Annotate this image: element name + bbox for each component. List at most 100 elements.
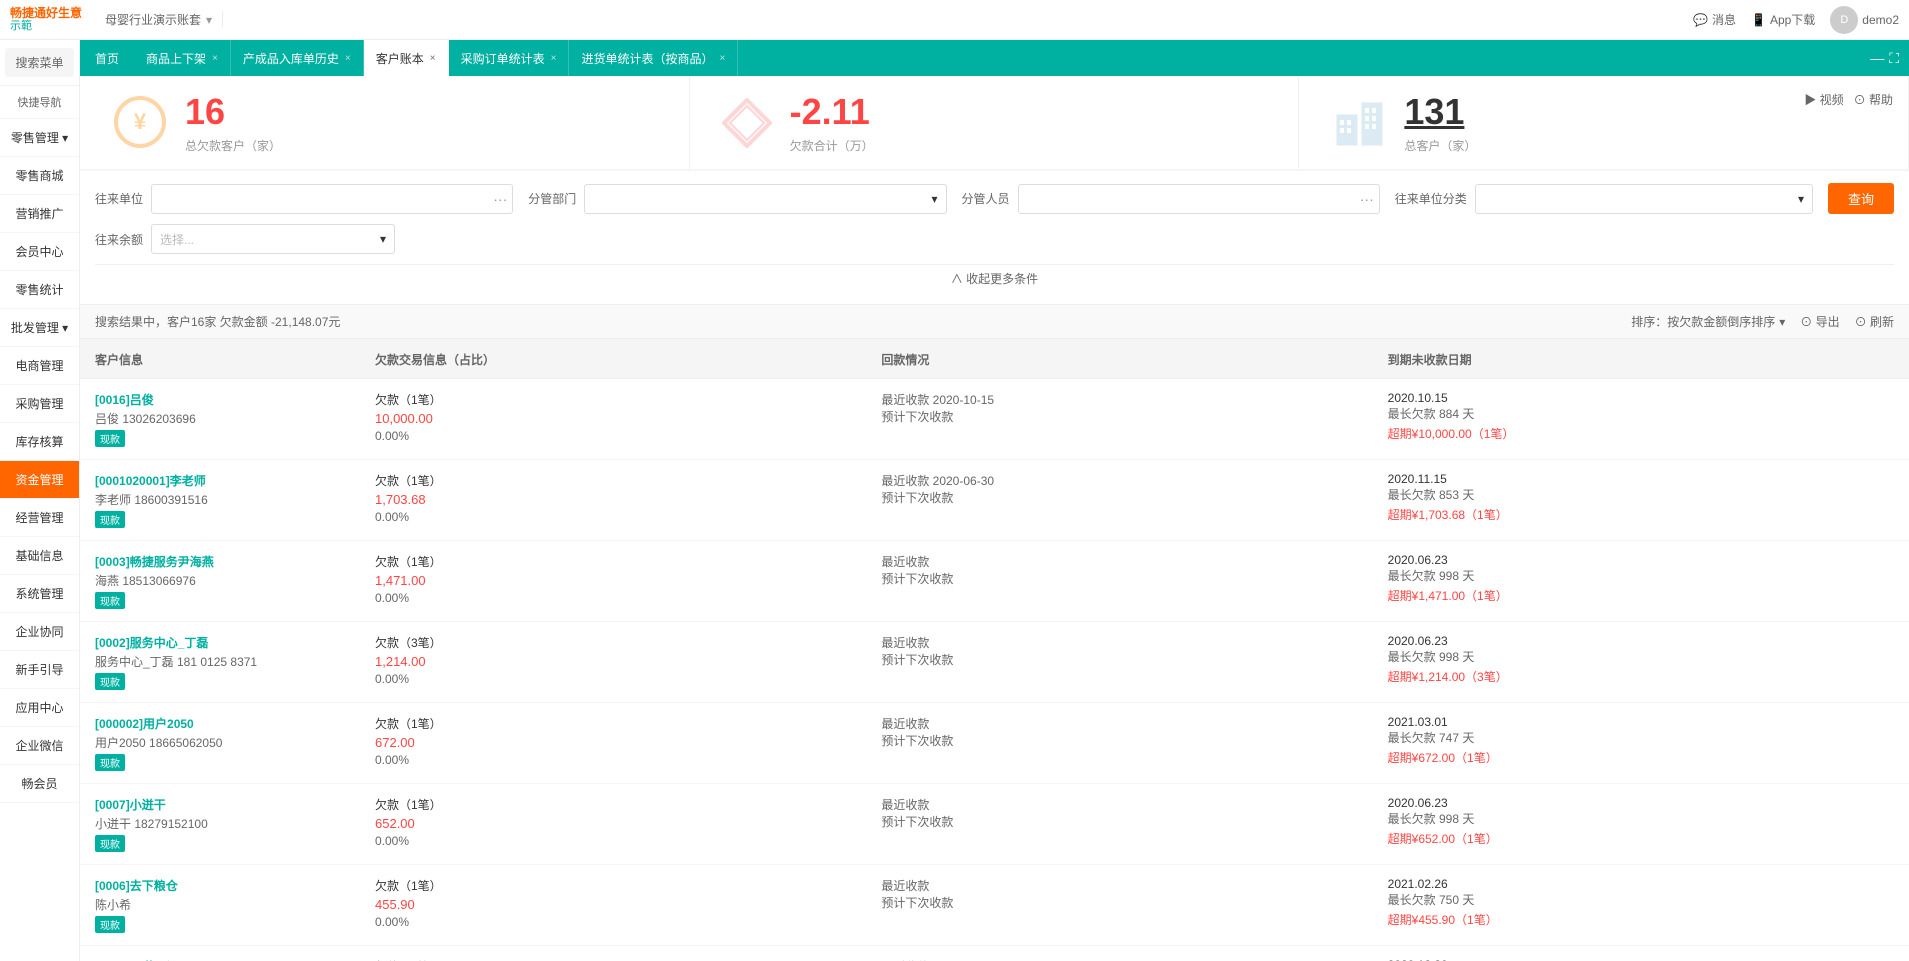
filter-balance-placeholder: 选择... xyxy=(160,231,194,248)
sidebar-item-basic-info[interactable]: 基础信息 xyxy=(0,537,79,575)
tab-customer_account[interactable]: 客户账本× xyxy=(364,40,449,76)
sidebar-item-new-guide[interactable]: 新手引导 xyxy=(0,651,79,689)
tab-label: 商品上下架 xyxy=(146,50,206,67)
filter-row-2: 往来余额 选择... ▾ xyxy=(95,224,1894,254)
debt-count: 欠款（3笔） xyxy=(375,634,881,651)
sidebar-item-ecommerce[interactable]: 电商管理 xyxy=(0,347,79,385)
overdue-text[interactable]: 超期¥10,000.00（1笔） xyxy=(1388,425,1894,442)
search-button[interactable]: 查询 xyxy=(1828,183,1894,214)
collapse-filters-btn[interactable]: ∧ 收起更多条件 xyxy=(95,264,1894,292)
due-date-cell: 2021.02.26 最长欠款 750 天 超期¥455.90（1笔） xyxy=(1388,877,1894,933)
sidebar-item-enterprise-wechat[interactable]: 企业微信 xyxy=(0,727,79,765)
filter-person-input[interactable] xyxy=(1018,184,1380,214)
tab-purchase_order[interactable]: 采购订单统计表× xyxy=(449,40,570,76)
sidebar-item-retail-stats[interactable]: 零售统计 xyxy=(0,271,79,309)
person-dots-icon: ··· xyxy=(1360,191,1374,207)
customer-code[interactable]: [0003]畅捷服务尹海燕 xyxy=(95,553,375,570)
sidebar-item-retail-mall[interactable]: 零售商城 xyxy=(0,157,79,195)
table-row: [000001]黄思源 黄思源 13552700226 现款 欠款（1笔） 42… xyxy=(80,946,1909,961)
tab-close-icon[interactable]: × xyxy=(551,53,557,64)
message-icon: 💬 xyxy=(1693,13,1708,27)
company-selector[interactable]: 母婴行业演示账套 ▾ xyxy=(95,11,223,28)
overdue-text[interactable]: 超期¥1,214.00（3笔） xyxy=(1388,668,1894,685)
filter-source-unit-label: 往来单位 xyxy=(95,190,143,207)
tab-close-icon[interactable]: × xyxy=(345,53,351,64)
search-menu-btn[interactable]: 搜索菜单 xyxy=(5,48,74,77)
tab-stock_stats[interactable]: 进货单统计表（按商品）× xyxy=(569,40,738,76)
debt-info-cell: 欠款（1笔） 672.00 0.00% xyxy=(375,715,881,771)
tab-close-icon[interactable]: × xyxy=(719,53,725,64)
tab-produce_history[interactable]: 产成品入库单历史× xyxy=(231,40,364,76)
sidebar-item-marketing[interactable]: 营销推广 xyxy=(0,195,79,233)
help-btn[interactable]: ⊙ 帮助 xyxy=(1854,91,1893,108)
debt-amount: 1,471.00 xyxy=(375,573,881,588)
due-days: 最长欠款 747 天 xyxy=(1388,729,1894,746)
table-row: [0002]服务中心_丁磊 服务中心_丁磊 181 0125 8371 现款 欠… xyxy=(80,622,1909,703)
repay-cell: 最近收款 预计下次收款 xyxy=(881,553,1387,609)
next-repay: 预计下次收款 xyxy=(881,813,1387,830)
tab-minimize-btn[interactable]: — xyxy=(1870,50,1884,66)
customer-code[interactable]: [0016]吕俊 xyxy=(95,391,375,408)
customer-contact: 吕俊 13026203696 xyxy=(95,410,375,427)
filter-balance-arrow-icon: ▾ xyxy=(380,232,386,246)
customer-code[interactable]: [0006]去下粮仓 xyxy=(95,877,375,894)
refresh-btn[interactable]: ⊙ 刷新 xyxy=(1855,313,1894,330)
app-download-btn[interactable]: 📱 App下载 xyxy=(1751,11,1815,28)
debt-amount: 672.00 xyxy=(375,735,881,750)
customer-info-cell: [0007]小迸干 小迸干 18279152100 现款 xyxy=(95,796,375,852)
filter-source-unit-input-wrapper: ··· xyxy=(151,184,513,214)
customer-code[interactable]: [0001020001]李老师 xyxy=(95,472,375,489)
sidebar-item-vip-member[interactable]: 畅会员 xyxy=(0,765,79,803)
video-btn[interactable]: ▶ 视频 xyxy=(1804,91,1843,108)
sidebar-item-ops-mgmt[interactable]: 经营管理 xyxy=(0,499,79,537)
filter-person-input-wrapper: ··· xyxy=(1018,184,1380,214)
sidebar-item-finance[interactable]: 资金管理 xyxy=(0,461,79,499)
sidebar-item-inventory[interactable]: 库存核算 xyxy=(0,423,79,461)
sidebar-item-member-center[interactable]: 会员中心 xyxy=(0,233,79,271)
sort-selector[interactable]: 排序：按欠款金额倒序排序 ▾ xyxy=(1631,313,1785,330)
filter-unit-category-select[interactable]: ▾ xyxy=(1475,184,1813,214)
sidebar-item-batch-mgmt[interactable]: 批发管理 ▾ xyxy=(0,309,79,347)
tab-list: 商品上下架×产成品入库单历史×客户账本×采购订单统计表×进货单统计表（按商品）× xyxy=(134,40,738,76)
customer-code[interactable]: [0007]小迸干 xyxy=(95,796,375,813)
overdue-text[interactable]: 超期¥1,471.00（1笔） xyxy=(1388,587,1894,604)
message-label: 消息 xyxy=(1712,11,1736,28)
overdue-text[interactable]: 超期¥652.00（1笔） xyxy=(1388,830,1894,847)
debt-percent: 0.00% xyxy=(375,753,881,767)
tab-products[interactable]: 商品上下架 × xyxy=(134,40,231,76)
results-summary: 搜索结果中，客户16家 欠款金额 -21,148.07元 xyxy=(95,313,340,330)
filter-dept-select[interactable]: ▾ xyxy=(584,184,946,214)
export-btn[interactable]: ⊙ 导出 xyxy=(1800,313,1839,330)
overdue-text[interactable]: 超期¥455.90（1笔） xyxy=(1388,911,1894,928)
debt-percent: 0.00% xyxy=(375,510,881,524)
collapse-label: 收起更多条件 xyxy=(966,272,1038,286)
filter-source-unit-input[interactable] xyxy=(151,184,513,214)
filter-balance-select[interactable]: 选择... ▾ xyxy=(151,224,395,254)
customer-code[interactable]: [0002]服务中心_丁磊 xyxy=(95,634,375,651)
repay-cell: 最近收款 预计下次收款 xyxy=(881,877,1387,933)
overdue-text[interactable]: 超期¥1,703.68（1笔） xyxy=(1388,506,1894,523)
filter-person: 分管人员 ··· xyxy=(962,184,1380,214)
debt-info-cell: 欠款（1笔） 1,703.68 0.00% xyxy=(375,472,881,528)
tab-home[interactable]: 首页 xyxy=(80,50,134,67)
stat-debt-amount-number: -2.11 xyxy=(790,91,874,133)
next-repay: 预计下次收款 xyxy=(881,651,1387,668)
sidebar-item-enterprise[interactable]: 企业协同 xyxy=(0,613,79,651)
debt-percent: 0.00% xyxy=(375,591,881,605)
tab-expand-btn[interactable]: ⛶ xyxy=(1889,50,1899,67)
tab-close-icon[interactable]: × xyxy=(430,53,436,64)
tab-close-icon[interactable]: × xyxy=(212,53,218,64)
overdue-text[interactable]: 超期¥672.00（1笔） xyxy=(1388,749,1894,766)
stat-debt-customers-number: 16 xyxy=(185,91,281,133)
filter-dept: 分管部门 ▾ xyxy=(528,184,946,214)
sidebar-item-purchase-mgmt[interactable]: 采购管理 xyxy=(0,385,79,423)
sidebar-item-app-center[interactable]: 应用中心 xyxy=(0,689,79,727)
sidebar-item-retail-mgmt[interactable]: 零售管理 ▾ xyxy=(0,119,79,157)
message-btn[interactable]: 💬 消息 xyxy=(1693,11,1736,28)
due-days: 最长欠款 750 天 xyxy=(1388,891,1894,908)
sidebar-item-sys-mgmt[interactable]: 系统管理 xyxy=(0,575,79,613)
sidebar: 搜索菜单 快捷导航 零售管理 ▾零售商城营销推广会员中心零售统计批发管理 ▾电商… xyxy=(0,40,80,961)
customer-code[interactable]: [000002]用户2050 xyxy=(95,715,375,732)
user-profile-btn[interactable]: D demo2 xyxy=(1830,6,1899,34)
due-date: 2020.06.23 xyxy=(1388,553,1894,567)
